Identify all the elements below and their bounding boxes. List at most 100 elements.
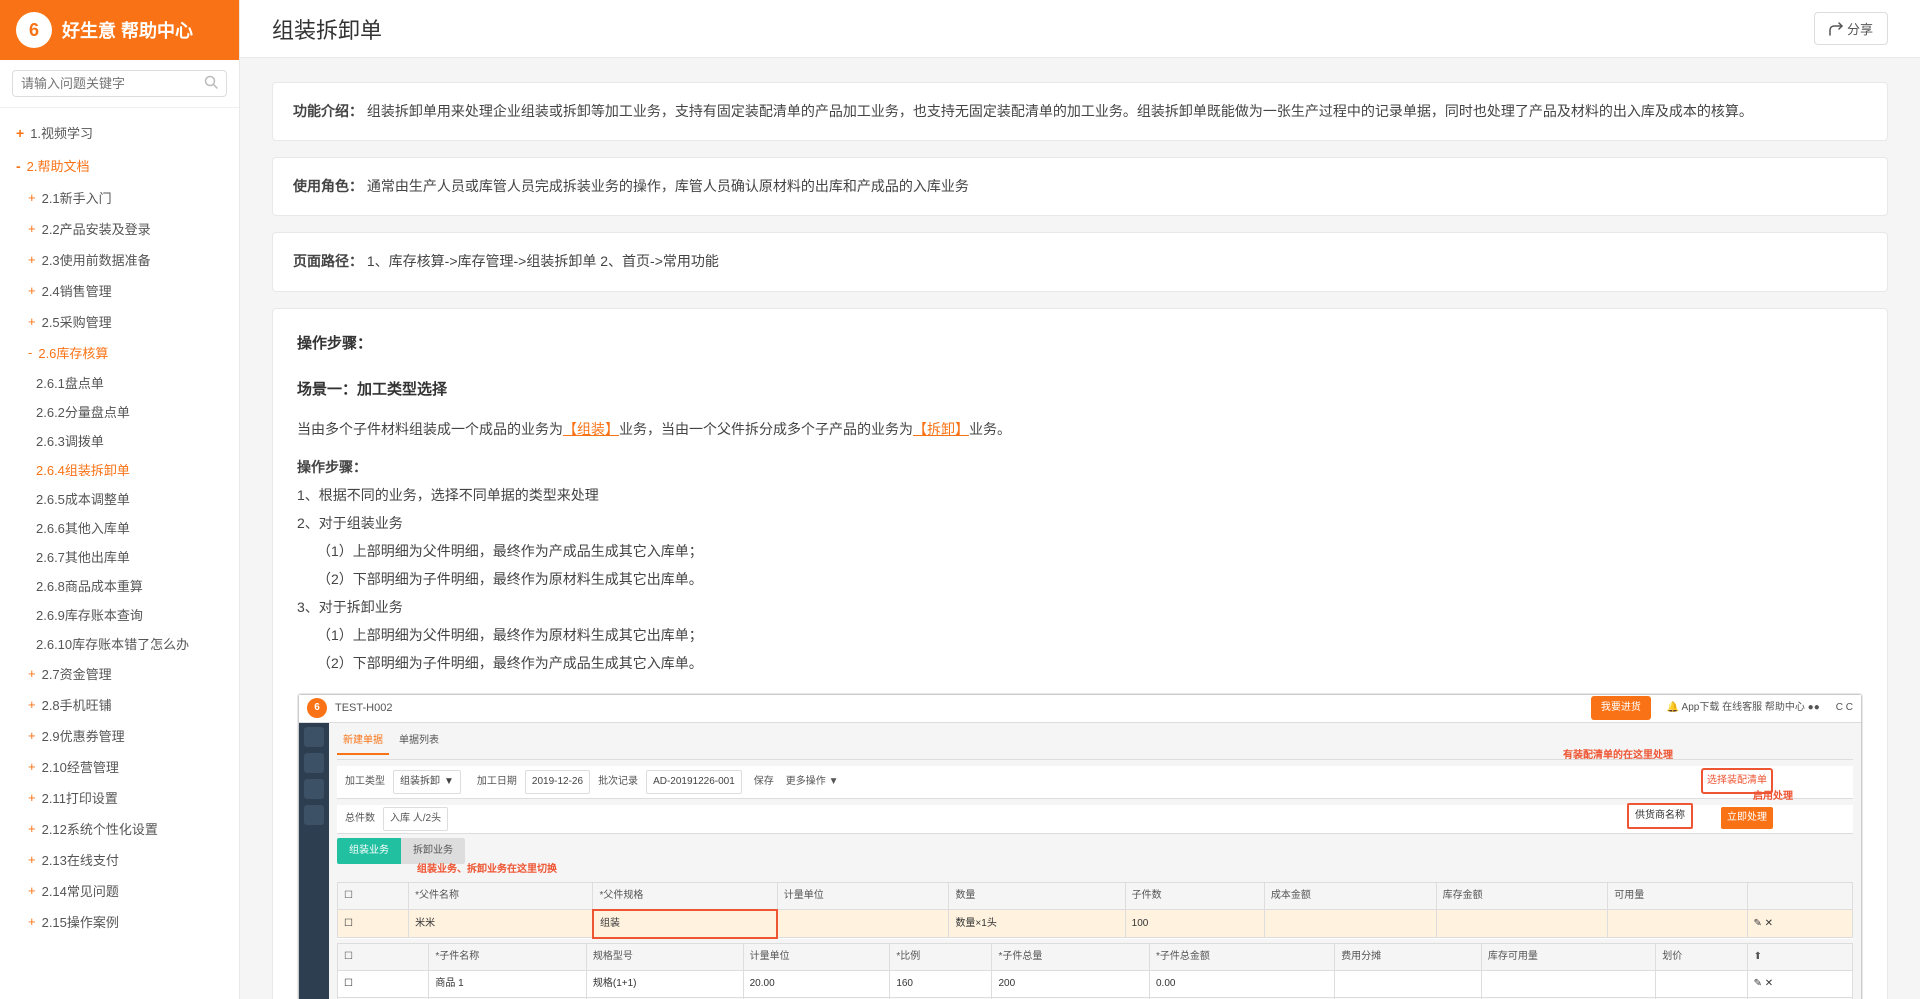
logo-icon: 6 bbox=[16, 12, 52, 48]
mock-td-action-1: ✎ ✕ bbox=[1747, 910, 1853, 938]
mock-ltd-price-1: 0.00 bbox=[1149, 970, 1334, 997]
search-area bbox=[0, 60, 239, 108]
mock-tab-active: 新建单据 bbox=[337, 731, 389, 755]
sidebar-item-docs[interactable]: - 2.帮助文档 bbox=[0, 149, 239, 182]
expand-icon-2-3: + bbox=[28, 252, 36, 267]
2-6-sub-items: 2.6.1盘点单 2.6.2分量盘点单 2.6.3调拨单 2.6.4组装拆卸单 … bbox=[0, 368, 239, 658]
sidebar-item-2-8[interactable]: + 2.8手机旺铺 bbox=[0, 689, 239, 720]
expand-icon-2-2: + bbox=[28, 221, 36, 236]
mock-th-cost: 成本金额 bbox=[1264, 882, 1436, 910]
mock-content-area: 新建单据 单据列表 加工类型 组装拆卸 ▼ 加工日期 2019-12-26 bbox=[329, 723, 1861, 999]
sidebar-item-2-6-10[interactable]: 2.6.10库存账本错了怎么办 bbox=[0, 629, 239, 658]
sidebar-item-2-3[interactable]: + 2.3使用前数据准备 bbox=[0, 244, 239, 275]
mock-upper-table-wrap: ☐ *父件名称 *父件规格 计量单位 数量 子件数 成本金额 库存金额 bbox=[337, 882, 1853, 939]
annotation-3-label: 启用处理 bbox=[1753, 787, 1793, 807]
mock-apply-btn: 立即处理 bbox=[1721, 807, 1773, 829]
search-box[interactable] bbox=[12, 70, 227, 97]
sidebar-item-2-2[interactable]: + 2.2产品安装及登录 bbox=[0, 213, 239, 244]
mock-lth-check: ☐ bbox=[338, 943, 429, 970]
search-input[interactable] bbox=[21, 76, 204, 91]
mock-th-avail: 库存金额 bbox=[1436, 882, 1608, 910]
sidebar-item-2-6-1[interactable]: 2.6.1盘点单 bbox=[0, 368, 239, 397]
sidebar-item-2-6-2[interactable]: 2.6.2分量盘点单 bbox=[0, 397, 239, 426]
mock-top-bar: 6 TEST-H002 我要进货 🔔 App下载 在线客服 帮助中心 ●● C … bbox=[299, 695, 1861, 723]
mock-启用-field: 供货商名称 bbox=[1627, 803, 1693, 829]
mock-lower-row-1: ☐ 商品 1 规格(1+1) 20.00 160 200 0.00 bbox=[338, 970, 1853, 997]
sidebar-item-2-6-5[interactable]: 2.6.5成本调整单 bbox=[0, 484, 239, 513]
sidebar-item-2-14[interactable]: + 2.14常见问题 bbox=[0, 875, 239, 906]
mock-td-name-1: 米米 bbox=[409, 910, 593, 938]
scenario1-title: 场景一：加工类型选择 bbox=[297, 375, 1863, 405]
sidebar-item-2-6-8[interactable]: 2.6.8商品成本重算 bbox=[0, 571, 239, 600]
sidebar-item-label-2-13: 2.13在线支付 bbox=[42, 850, 119, 869]
page-title: 组装拆卸单 bbox=[272, 13, 382, 45]
path-label: 页面路径： bbox=[293, 253, 363, 269]
link-disassembly[interactable]: 【拆卸】 bbox=[913, 421, 969, 437]
mock-lower-table-wrap: ☐ *子件名称 规格型号 计量单位 *比例 *子件总量 *子件总金额 费用分摊 bbox=[337, 943, 1853, 999]
sidebar-item-2-6-7[interactable]: 2.6.7其他出库单 bbox=[0, 542, 239, 571]
mock-upper-row-1: ☐ 米米 组装 数量×1头 100 bbox=[338, 910, 1853, 938]
sidebar-item-2-6-4[interactable]: 2.6.4组装拆卸单 bbox=[0, 455, 239, 484]
sidebar-item-2-15[interactable]: + 2.15操作案例 bbox=[0, 906, 239, 937]
role-block: 使用角色： 通常由生产人员或库管人员完成拆装业务的操作，库管人员确认原材料的出库… bbox=[272, 157, 1888, 216]
sidebar-item-2-12[interactable]: + 2.12系统个性化设置 bbox=[0, 813, 239, 844]
share-button[interactable]: 分享 bbox=[1814, 12, 1888, 45]
expand-icon-2-11: + bbox=[28, 790, 36, 805]
content-area: 功能介绍： 组装拆卸单用来处理企业组装或拆卸等加工业务，支持有固定装配清单的产品… bbox=[240, 58, 1920, 999]
mock-row-info: 总件数 入库 人/2头 供货商名称 启用处理 立即处理 bbox=[337, 805, 1853, 834]
mock-lth-cost: 费用分摊 bbox=[1335, 943, 1482, 970]
sidebar-item-2-11[interactable]: + 2.11打印设置 bbox=[0, 782, 239, 813]
function-intro-label: 功能介绍： bbox=[293, 103, 363, 119]
step3-sub1: （1）上部明细为父件明细，最终作为原材料生成其它出库单； bbox=[297, 621, 1863, 649]
step1: 1、根据不同的业务，选择不同单据的类型来处理 bbox=[297, 481, 1863, 509]
function-intro-block: 功能介绍： 组装拆卸单用来处理企业组装或拆卸等加工业务，支持有固定装配清单的产品… bbox=[272, 82, 1888, 141]
step3: 3、对于拆卸业务 bbox=[297, 593, 1863, 621]
mock-tab-assembly: 组装业务 bbox=[337, 838, 401, 864]
mock-th-price: 子件数 bbox=[1125, 882, 1264, 910]
sidebar-item-label-2-5: 2.5采购管理 bbox=[42, 312, 112, 331]
link-assembly[interactable]: 【组装】 bbox=[563, 421, 619, 437]
mock-company: TEST-H002 bbox=[335, 697, 392, 719]
sidebar-item-label-2-9: 2.9优惠券管理 bbox=[42, 726, 125, 745]
sidebar-item-2-4[interactable]: + 2.4销售管理 bbox=[0, 275, 239, 306]
mock-btn-save: 保存 bbox=[754, 772, 774, 792]
step3-sub2: （2）下部明细为子件明细，最终作为产成品生成其它入库单。 bbox=[297, 649, 1863, 677]
mock-td-avail-1 bbox=[1608, 910, 1747, 938]
sidebar-item-2-6[interactable]: - 2.6库存核算 bbox=[0, 337, 239, 368]
sidebar-item-label-2-3: 2.3使用前数据准备 bbox=[42, 250, 151, 269]
mock-upper-table: ☐ *父件名称 *父件规格 计量单位 数量 子件数 成本金额 库存金额 bbox=[337, 882, 1853, 939]
sidebar-item-2-13[interactable]: + 2.13在线支付 bbox=[0, 844, 239, 875]
sidebar-item-2-1[interactable]: + 2.1新手入门 bbox=[0, 182, 239, 213]
mock-label-batchno: 批次记录 bbox=[598, 772, 638, 792]
search-icon[interactable] bbox=[204, 75, 218, 92]
scenario1-steps-title: 操作步骤： bbox=[297, 453, 1863, 481]
sidebar-item-label-2-7: 2.7资金管理 bbox=[42, 664, 112, 683]
sidebar-item-label-2-14: 2.14常见问题 bbox=[42, 881, 119, 900]
mock-nav-btn: 我要进货 bbox=[1591, 696, 1651, 720]
sidebar-item-label-2-12: 2.12系统个性化设置 bbox=[42, 819, 158, 838]
mock-side-icon-4 bbox=[304, 805, 324, 825]
expand-icon-2-12: + bbox=[28, 821, 36, 836]
sidebar-item-2-6-3[interactable]: 2.6.3调拨单 bbox=[0, 426, 239, 455]
mock-lth-extra: ⬆ bbox=[1747, 943, 1852, 970]
logo-text: 好生意 帮助中心 bbox=[62, 17, 193, 43]
sidebar-item-2-5[interactable]: + 2.5采购管理 bbox=[0, 306, 239, 337]
mock-th-count: 数量 bbox=[949, 882, 1125, 910]
sidebar-item-2-6-9[interactable]: 2.6.9库存账本查询 bbox=[0, 600, 239, 629]
sidebar-item-2-10[interactable]: + 2.10经营管理 bbox=[0, 751, 239, 782]
screenshot-container: 6 TEST-H002 我要进货 🔔 App下载 在线客服 帮助中心 ●● C … bbox=[297, 693, 1863, 999]
mock-th-action bbox=[1747, 882, 1853, 910]
mock-main-area: 新建单据 单据列表 加工类型 组装拆卸 ▼ 加工日期 2019-12-26 bbox=[299, 723, 1861, 999]
main-content: 组装拆卸单 分享 功能介绍： 组装拆卸单用来处理企业组装或拆卸等加工业务，支持有… bbox=[240, 0, 1920, 999]
sidebar-item-2-7[interactable]: + 2.7资金管理 bbox=[0, 658, 239, 689]
mock-icons-area: 🔔 App下载 在线客服 帮助中心 ●● bbox=[1667, 698, 1820, 718]
expand-icon-2-10: + bbox=[28, 759, 36, 774]
path-text: 1、库存核算->库存管理->组装拆卸单 2、首页->常用功能 bbox=[367, 253, 719, 269]
mock-lth-stock: 库存可用量 bbox=[1481, 943, 1655, 970]
sidebar-item-videos[interactable]: + 1.视频学习 bbox=[0, 116, 239, 149]
mock-logo: 6 bbox=[307, 698, 327, 718]
step2: 2、对于组装业务 bbox=[297, 509, 1863, 537]
mock-ltd-unit-1: 20.00 bbox=[743, 970, 890, 997]
sidebar-item-2-9[interactable]: + 2.9优惠券管理 bbox=[0, 720, 239, 751]
sidebar-item-2-6-6[interactable]: 2.6.6其他入库单 bbox=[0, 513, 239, 542]
